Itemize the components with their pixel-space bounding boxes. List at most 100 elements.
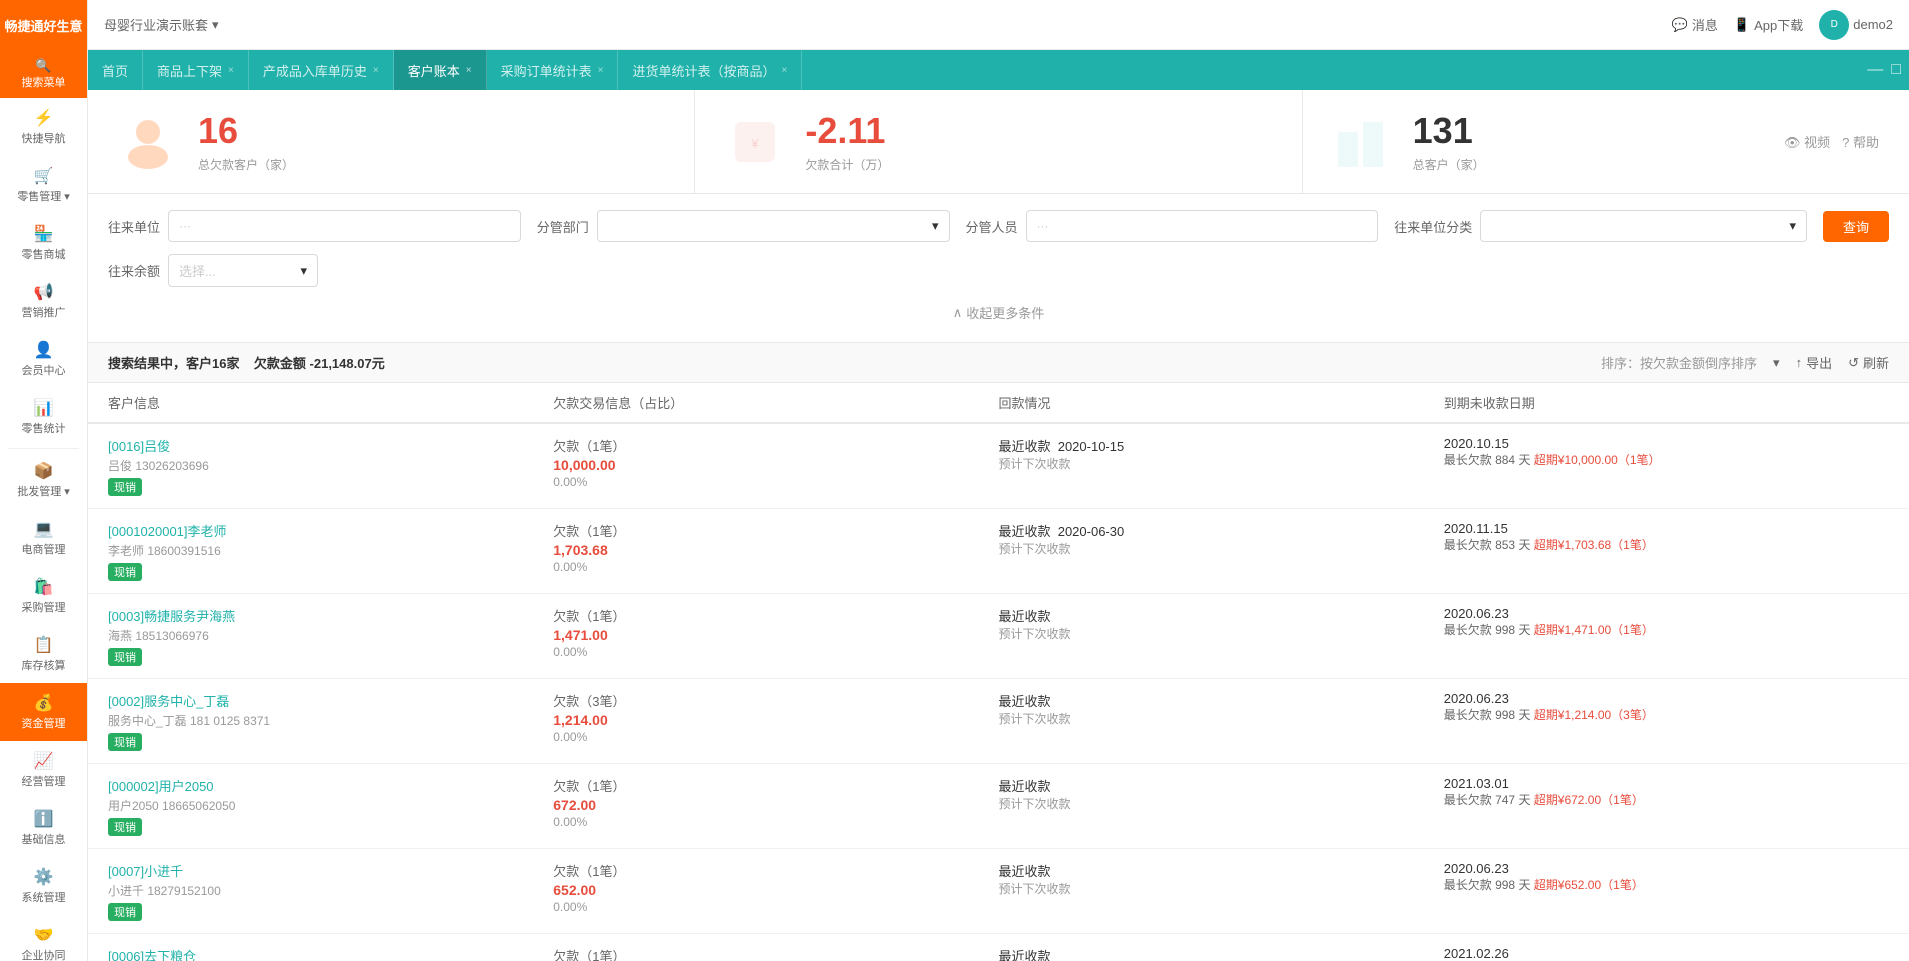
debt-count: 欠款（1笔） <box>553 606 998 625</box>
remaining-placeholder: 选择... <box>179 261 216 280</box>
customer-name-link[interactable]: [0002]服务中心_丁磊 <box>108 691 553 710</box>
user-profile[interactable]: D demo2 <box>1819 10 1893 40</box>
tab-purchase-order-close[interactable]: × <box>598 65 604 76</box>
remaining-select[interactable]: 选择... ▾ <box>168 254 318 287</box>
video-button[interactable]: 👁 视频 <box>1784 132 1830 151</box>
customer-name-link[interactable]: [000002]用户2050 <box>108 776 553 795</box>
manager-input[interactable]: ··· <box>1026 210 1379 242</box>
debt-percent: 0.00% <box>553 815 998 829</box>
customer-name-link[interactable]: [0007]小进千 <box>108 861 553 880</box>
sidebar-item-basic-info[interactable]: ℹ️ 基础信息 <box>0 799 87 857</box>
sidebar-item-system[interactable]: ⚙️ 系统管理 <box>0 857 87 915</box>
header-due-date: 到期未收款日期 <box>1444 393 1889 412</box>
customer-info-cell: [0007]小进千 小进千 18279152100 现销 <box>108 861 553 921</box>
repayment-cell: 最近收款 预计下次收款 <box>999 606 1444 666</box>
total-customers-number: 131 <box>1413 110 1485 152</box>
sidebar-item-retail-management[interactable]: 🛒 零售管理 ▾ <box>0 156 87 214</box>
customer-name-link[interactable]: [0006]去下粮仓 <box>108 946 553 961</box>
overdue-link[interactable]: 超期¥652.00（1笔） <box>1534 878 1644 892</box>
retail-mall-icon: 🏪 <box>4 224 83 244</box>
debt-count: 欠款（1笔） <box>553 861 998 880</box>
stat-total-customers: 131 总客户（家） 👁 视频 ? 帮助 <box>1303 90 1909 193</box>
customer-name-link[interactable]: [0001020001]李老师 <box>108 521 553 540</box>
tab-purchase-stats[interactable]: 进货单统计表（按商品） × <box>618 50 802 90</box>
tab-product-history[interactable]: 产成品入库单历史 × <box>249 50 394 90</box>
retail-management-label: 零售管理 ▾ <box>17 188 70 204</box>
due-date: 2020.06.23 <box>1444 861 1889 876</box>
last-payment: 最近收款 2020-10-15 <box>999 436 1444 455</box>
due-date: 2021.03.01 <box>1444 776 1889 791</box>
refresh-button[interactable]: ↺ 刷新 <box>1848 353 1889 372</box>
sidebar-item-operations[interactable]: 📈 经营管理 <box>0 741 87 799</box>
tab-maximize-button[interactable]: □ <box>1891 61 1901 79</box>
overdue-link[interactable]: 超期¥10,000.00（1笔） <box>1534 453 1661 467</box>
result-text: 搜索结果中，客户16家 欠款金额 -21,148.07元 <box>108 353 385 372</box>
sidebar-item-retail-mall[interactable]: 🏪 零售商城 <box>0 214 87 272</box>
debt-percent: 0.00% <box>553 475 998 489</box>
debt-amount[interactable]: 1,471.00 <box>553 627 998 643</box>
tab-customer-account-close[interactable]: × <box>466 65 472 76</box>
sidebar-item-quick-nav[interactable]: ⚡ 快捷导航 <box>0 98 87 156</box>
stat-total-customers-info: 131 总客户（家） <box>1413 110 1485 173</box>
app-download-button[interactable]: 📱 App下载 <box>1734 15 1803 34</box>
overdue-link[interactable]: 超期¥1,471.00（1笔） <box>1534 623 1654 637</box>
sidebar-item-marketing[interactable]: 📢 营销推广 <box>0 272 87 330</box>
logo-text: 畅捷通好生意 <box>4 16 82 35</box>
top-bar: 母婴行业演示账套 ▾ 💬 消息 📱 App下载 D demo2 <box>88 0 1909 50</box>
debt-count: 欠款（1笔） <box>553 521 998 540</box>
sidebar-item-search[interactable]: 🔍 搜索菜单 <box>0 50 87 98</box>
sidebar-item-ecommerce[interactable]: 💻 电商管理 <box>0 509 87 567</box>
sidebar-item-enterprise[interactable]: 🤝 企业协同 <box>0 915 87 961</box>
department-select[interactable]: ▾ <box>597 210 950 242</box>
due-date: 2020.06.23 <box>1444 691 1889 706</box>
customer-name-link[interactable]: [0016]吕俊 <box>108 436 553 455</box>
app-selector[interactable]: 母婴行业演示账套 ▾ <box>104 15 219 34</box>
top-bar-left: 母婴行业演示账套 ▾ <box>104 15 219 34</box>
tab-product-listing[interactable]: 商品上下架 × <box>143 50 249 90</box>
export-button[interactable]: ↑ 导出 <box>1796 353 1833 372</box>
manager-group: 分管人员 ··· <box>966 210 1379 242</box>
debt-amount[interactable]: 1,703.68 <box>553 542 998 558</box>
sidebar-item-finance[interactable]: 💰 资金管理 <box>0 683 87 741</box>
debt-amount[interactable]: 652.00 <box>553 882 998 898</box>
tab-minimize-button[interactable]: — <box>1867 61 1883 79</box>
tab-product-listing-close[interactable]: × <box>228 65 234 76</box>
main-area: 母婴行业演示账套 ▾ 💬 消息 📱 App下载 D demo2 <box>88 0 1909 961</box>
message-label: 消息 <box>1692 15 1718 34</box>
customer-info-cell: [0003]畅捷服务尹海燕 海燕 18513066976 现销 <box>108 606 553 666</box>
sidebar-item-retail-stats[interactable]: 📊 零售统计 <box>0 388 87 446</box>
due-date: 2020.10.15 <box>1444 436 1889 451</box>
sort-label: 排序：按欠款金额倒序排序 <box>1601 353 1757 372</box>
sidebar-nav: ⚡ 快捷导航 🛒 零售管理 ▾ 🏪 零售商城 📢 营销推广 👤 会员中心 📊 <box>0 98 87 961</box>
quick-nav-icon: ⚡ <box>4 108 83 128</box>
last-payment: 最近收款 <box>999 946 1444 961</box>
customer-name-link[interactable]: [0003]畅捷服务尹海燕 <box>108 606 553 625</box>
debt-amount[interactable]: 10,000.00 <box>553 457 998 473</box>
tab-actions: — □ <box>1859 61 1909 79</box>
debt-amount[interactable]: 672.00 <box>553 797 998 813</box>
tab-purchase-stats-close[interactable]: × <box>781 65 787 76</box>
debt-amount[interactable]: 1,214.00 <box>553 712 998 728</box>
overdue-link[interactable]: 超期¥1,214.00（3笔） <box>1534 708 1654 722</box>
retail-stats-label: 零售统计 <box>4 420 83 436</box>
customer-tag: 现销 <box>108 478 142 496</box>
collapse-button[interactable]: ∧ 收起更多条件 <box>108 299 1889 326</box>
sidebar-item-member[interactable]: 👤 会员中心 <box>0 330 87 388</box>
sidebar-item-purchase[interactable]: 🛍️ 采购管理 <box>0 567 87 625</box>
tab-purchase-order[interactable]: 采购订单统计表 × <box>487 50 619 90</box>
next-payment: 预计下次收款 <box>999 795 1444 812</box>
source-unit-dots: ··· <box>179 219 191 233</box>
query-button[interactable]: 查询 <box>1823 211 1889 242</box>
source-unit-input[interactable]: ··· <box>168 210 521 242</box>
unit-category-select[interactable]: ▾ <box>1480 210 1807 242</box>
message-button[interactable]: 💬 消息 <box>1672 15 1718 34</box>
tab-home[interactable]: 首页 <box>88 50 143 90</box>
overdue-link[interactable]: 超期¥672.00（1笔） <box>1534 793 1644 807</box>
overdue-link[interactable]: 超期¥1,703.68（1笔） <box>1534 538 1654 552</box>
sidebar-item-wholesale[interactable]: 📦 批发管理 ▾ <box>0 451 87 509</box>
tab-customer-account[interactable]: 客户账本 × <box>394 50 487 90</box>
help-button[interactable]: ? 帮助 <box>1842 132 1879 151</box>
sidebar-item-inventory[interactable]: 📋 库存核算 <box>0 625 87 683</box>
tab-product-history-close[interactable]: × <box>373 65 379 76</box>
next-payment: 预计下次收款 <box>999 880 1444 897</box>
